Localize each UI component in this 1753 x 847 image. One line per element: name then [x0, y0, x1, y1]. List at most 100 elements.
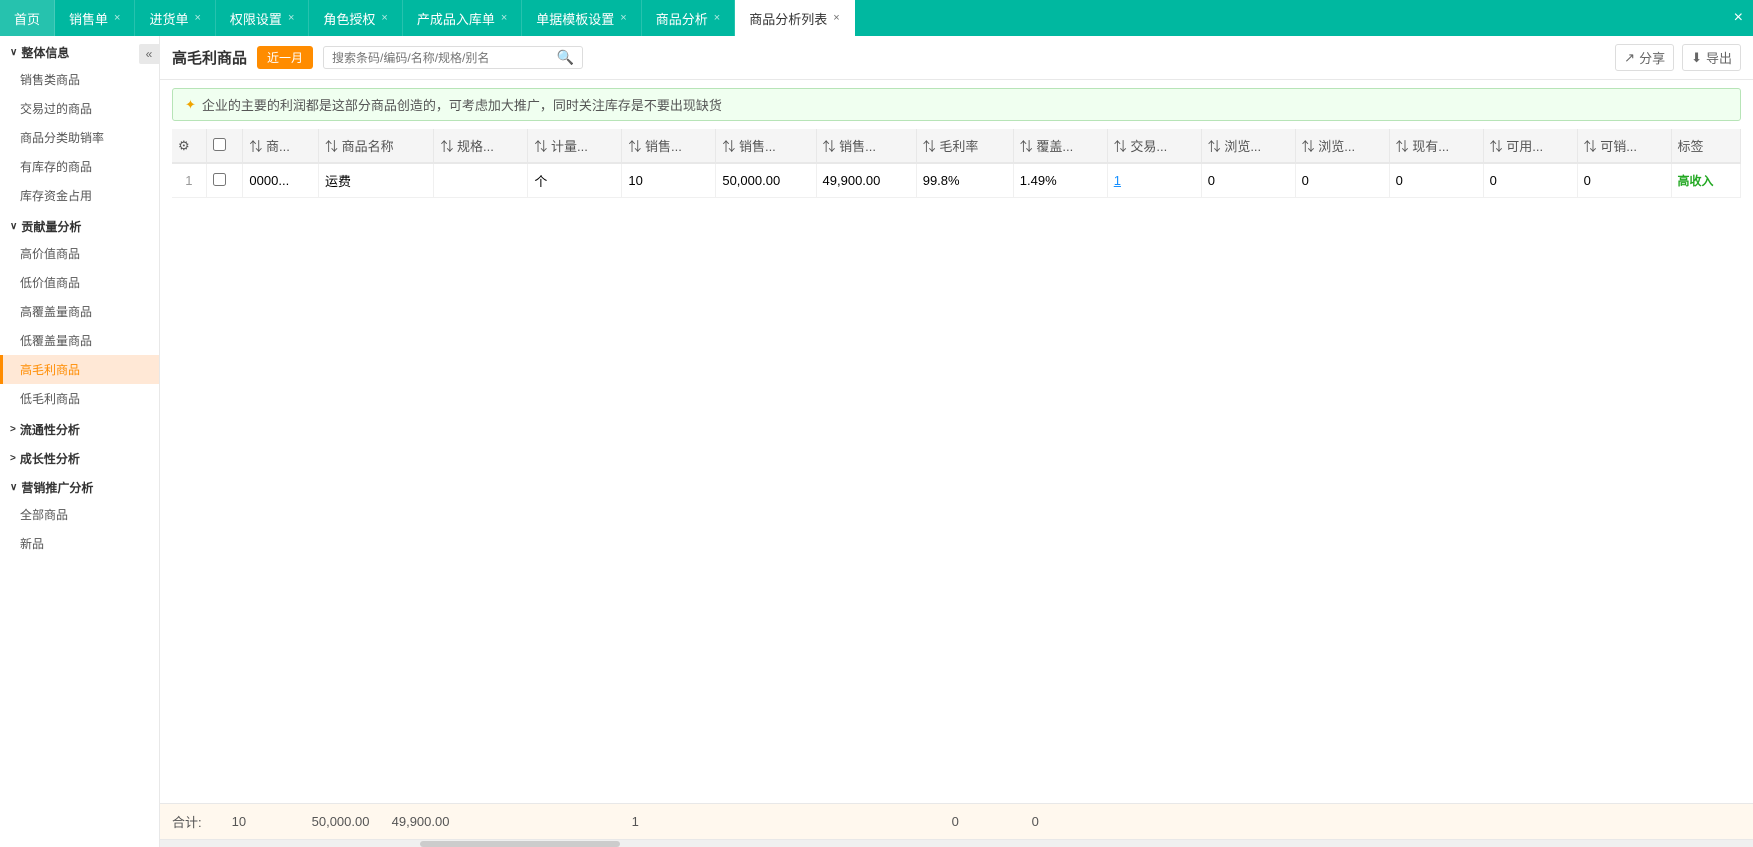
row-unit: 个 — [528, 163, 622, 198]
nav-close-5[interactable]: × — [501, 12, 507, 24]
share-button[interactable]: ↗ 分享 — [1615, 44, 1674, 71]
filter-recent-month-button[interactable]: 近一月 — [257, 46, 313, 69]
sidebar-item-4-0[interactable]: 全部商品 — [0, 500, 159, 529]
footer-available: 0 — [942, 814, 1022, 829]
sidebar-section-3[interactable]: >成长性分析 — [0, 442, 159, 471]
sidebar-item-4-1[interactable]: 新品 — [0, 529, 159, 558]
col-header-7[interactable]: ⇅ 销售... — [716, 129, 816, 163]
col-header-6[interactable]: ⇅ 销售... — [622, 129, 716, 163]
col-header-12[interactable]: ⇅ 浏览... — [1201, 129, 1295, 163]
footer: 合计: 10 50,000.00 49,900.00 1 0 0 — [160, 803, 1753, 839]
row-sales3: 49,900.00 — [816, 163, 916, 198]
col-header-1 — [206, 129, 243, 163]
sidebar-item-1-4[interactable]: 高毛利商品 — [0, 355, 159, 384]
nav-close-2[interactable]: × — [194, 12, 200, 24]
horizontal-scrollbar[interactable] — [160, 839, 1753, 847]
row-name: 运费 — [319, 163, 434, 198]
col-header-8[interactable]: ⇅ 销售... — [816, 129, 916, 163]
sidebar-section-0[interactable]: ∨整体信息 — [0, 36, 159, 65]
nav-close-8[interactable]: × — [833, 12, 839, 24]
info-banner-text: 企业的主要的利润都是这部分商品创造的，可考虑加大推广，同时关注库存是不要出现缺货 — [202, 95, 722, 114]
nav-close-7[interactable]: × — [714, 12, 720, 24]
row-spec — [434, 163, 528, 198]
sidebar-section-4[interactable]: ∨营销推广分析 — [0, 471, 159, 500]
top-navigation: 首页销售单×进货单×权限设置×角色授权×产成品入库单×单据模板设置×商品分析×商… — [0, 0, 1753, 36]
col-header-11[interactable]: ⇅ 交易... — [1107, 129, 1201, 163]
content-area: 高毛利商品 近一月 🔍 ↗ 分享 ⬇ 导出 ✦ 企业的主要的利润都是这部分商品创… — [160, 36, 1753, 847]
tip-icon: ✦ — [185, 97, 196, 113]
nav-close-6[interactable]: × — [620, 12, 626, 24]
sidebar-item-1-3[interactable]: 低覆盖量商品 — [0, 326, 159, 355]
col-header-2[interactable]: ⇅ 商... — [243, 129, 319, 163]
trade-link[interactable]: 1 — [1114, 173, 1121, 188]
search-icon[interactable]: 🔍 — [557, 49, 574, 66]
nav-item-3[interactable]: 权限设置× — [216, 0, 309, 36]
col-header-10[interactable]: ⇅ 覆盖... — [1013, 129, 1107, 163]
row-checkbox[interactable] — [206, 163, 243, 198]
nav-item-7[interactable]: 商品分析× — [642, 0, 735, 36]
sidebar-item-0-1[interactable]: 交易过的商品 — [0, 94, 159, 123]
col-header-15[interactable]: ⇅ 可用... — [1483, 129, 1577, 163]
nav-close-1[interactable]: × — [114, 12, 120, 24]
row-saleable: 0 — [1577, 163, 1671, 198]
footer-spacer5 — [862, 814, 942, 829]
footer-values: 10 50,000.00 49,900.00 1 0 0 — [222, 814, 1102, 829]
row-gross-rate: 99.8% — [916, 163, 1013, 198]
nav-item-0[interactable]: 首页 — [0, 0, 55, 36]
sidebar-item-1-5[interactable]: 低毛利商品 — [0, 384, 159, 413]
sidebar-item-0-0[interactable]: 销售类商品 — [0, 65, 159, 94]
main-layout: « ∨整体信息销售类商品交易过的商品商品分类助销率有库存的商品库存资金占用∨贡献… — [0, 36, 1753, 847]
search-input[interactable] — [332, 51, 557, 65]
nav-close-3[interactable]: × — [288, 12, 294, 24]
col-header-3[interactable]: ⇅ 商品名称 — [319, 129, 434, 163]
row-trade[interactable]: 1 — [1107, 163, 1201, 198]
col-header-13[interactable]: ⇅ 浏览... — [1295, 129, 1389, 163]
close-all-button[interactable]: × — [1734, 9, 1743, 27]
sidebar-item-0-3[interactable]: 有库存的商品 — [0, 152, 159, 181]
share-icon: ↗ — [1624, 50, 1635, 66]
sidebar-section-2[interactable]: >流通性分析 — [0, 413, 159, 442]
footer-spacer1 — [462, 814, 542, 829]
row-browse2: 0 — [1295, 163, 1389, 198]
col-header-9[interactable]: ⇅ 毛利率 — [916, 129, 1013, 163]
row-check[interactable] — [213, 173, 226, 186]
footer-sales2: 50,000.00 — [302, 814, 382, 829]
row-sales1: 10 — [622, 163, 716, 198]
export-button[interactable]: ⬇ 导出 — [1682, 44, 1741, 71]
nav-item-1[interactable]: 销售单× — [55, 0, 135, 36]
nav-close-4[interactable]: × — [381, 12, 387, 24]
section-arrow-3: > — [10, 453, 16, 464]
sidebar-item-0-4[interactable]: 库存资金占用 — [0, 181, 159, 210]
col-header-0: ⚙ — [172, 129, 206, 163]
content-header: 高毛利商品 近一月 🔍 ↗ 分享 ⬇ 导出 — [160, 36, 1753, 80]
col-header-16[interactable]: ⇅ 可销... — [1577, 129, 1671, 163]
export-label: 导出 — [1706, 48, 1732, 67]
nav-item-4[interactable]: 角色授权× — [309, 0, 402, 36]
col-header-4[interactable]: ⇅ 规格... — [434, 129, 528, 163]
row-available: 0 — [1483, 163, 1577, 198]
col-header-14[interactable]: ⇅ 现有... — [1389, 129, 1483, 163]
sidebar-item-1-0[interactable]: 高价值商品 — [0, 239, 159, 268]
nav-item-2[interactable]: 进货单× — [135, 0, 215, 36]
sidebar-section-1[interactable]: ∨贡献量分析 — [0, 210, 159, 239]
export-icon: ⬇ — [1691, 50, 1702, 66]
table-container: ⚙⇅ 商...⇅ 商品名称⇅ 规格...⇅ 计量...⇅ 销售...⇅ 销售..… — [160, 129, 1753, 803]
sidebar-item-1-1[interactable]: 低价值商品 — [0, 268, 159, 297]
row-code: 0000... — [243, 163, 319, 198]
col-header-5[interactable]: ⇅ 计量... — [528, 129, 622, 163]
footer-saleable: 0 — [1022, 814, 1102, 829]
scrollbar-thumb[interactable] — [420, 841, 620, 847]
share-label: 分享 — [1639, 48, 1665, 67]
section-arrow-0: ∨ — [10, 47, 17, 58]
nav-item-6[interactable]: 单据模板设置× — [522, 0, 641, 36]
table-row: 10000...运费个1050,000.0049,900.0099.8%1.49… — [172, 163, 1741, 198]
tag-badge: 高收入 — [1678, 174, 1714, 188]
header-actions: ↗ 分享 ⬇ 导出 — [1615, 44, 1741, 71]
row-current: 0 — [1389, 163, 1483, 198]
nav-item-8[interactable]: 商品分析列表× — [735, 0, 854, 36]
sidebar-item-0-2[interactable]: 商品分类助销率 — [0, 123, 159, 152]
sidebar-collapse-button[interactable]: « — [139, 44, 159, 64]
nav-item-5[interactable]: 产成品入库单× — [403, 0, 522, 36]
sidebar-item-1-2[interactable]: 高覆盖量商品 — [0, 297, 159, 326]
select-all-checkbox[interactable] — [213, 138, 226, 151]
